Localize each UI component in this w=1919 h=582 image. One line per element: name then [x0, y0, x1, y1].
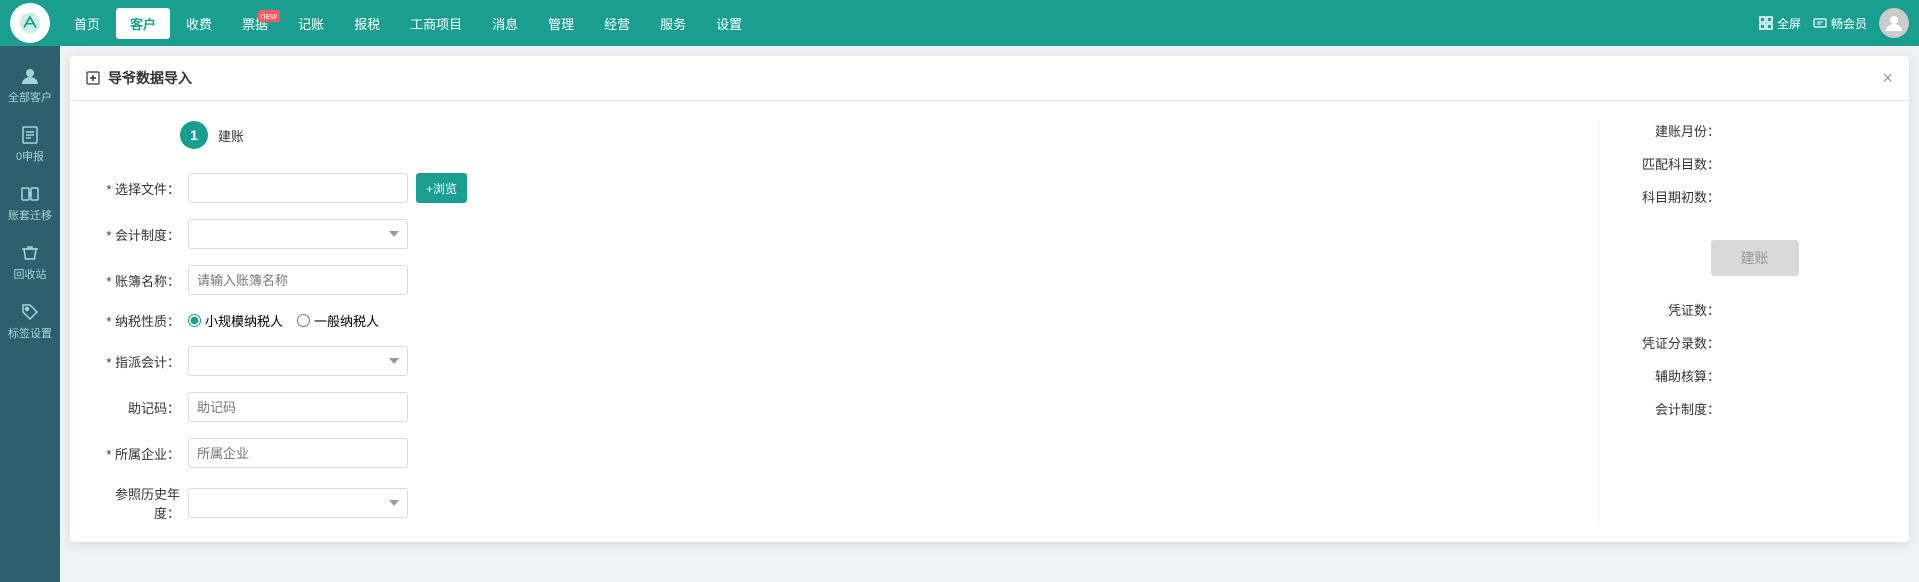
subject-initial-row: 科目期初数： — [1630, 187, 1879, 206]
step-badge: 1 — [180, 121, 208, 149]
nav-items: 首页 客户 收费 票据 new 记账 报税 工商项目 消息 管理 经营 服务 设… — [60, 8, 1759, 39]
accounting-system-row: * 会计制度： — [100, 219, 1579, 249]
nav-item-manage[interactable]: 管理 — [534, 8, 588, 39]
import-icon — [86, 71, 100, 85]
fullscreen-button[interactable]: 全屏 — [1759, 15, 1801, 32]
nav-item-fee[interactable]: 收费 — [172, 8, 226, 39]
voucher-entries-row: 凭证分录数： — [1630, 333, 1879, 352]
nav-item-customer[interactable]: 客户 — [116, 8, 170, 39]
nav-item-operation[interactable]: 经营 — [590, 8, 644, 39]
tax-type-label: * 纳税性质： — [100, 311, 180, 330]
import-dialog: 导爷数据导入 × 1 建账 * 选择文件： +浏览 — [70, 56, 1909, 542]
sidebar-item-tag-settings[interactable]: 标签设置 — [0, 292, 60, 351]
nav-item-industry[interactable]: 工商项目 — [396, 8, 476, 39]
memo-row: 助记码： — [100, 392, 1579, 422]
voucher-row: 凭证数： — [1630, 300, 1879, 319]
auxiliary-row: 辅助核算： — [1630, 366, 1879, 385]
step-label: 建账 — [218, 126, 244, 145]
sidebar: 全部客户 0申报 账套迁移 回收站 — [0, 46, 60, 582]
content-area: 导爷数据导入 × 1 建账 * 选择文件： +浏览 — [60, 46, 1919, 582]
nav-item-settings[interactable]: 设置 — [702, 8, 756, 39]
nav-item-bookkeeping[interactable]: 记账 — [284, 8, 338, 39]
company-label: * 所属企业： — [100, 444, 180, 463]
select-file-label: * 选择文件： — [100, 179, 180, 198]
sidebar-item-recycle[interactable]: 回收站 — [0, 233, 60, 292]
build-account-button[interactable]: 建账 — [1711, 240, 1799, 276]
assign-accountant-label: * 指派会计： — [100, 352, 180, 371]
select-file-row: * 选择文件： +浏览 — [100, 173, 1579, 203]
dialog-title: 导爷数据导入 — [108, 68, 192, 88]
company-input[interactable] — [188, 438, 408, 468]
info-section: 建账月份： 匹配科目数： 科目期初数： 建账 凭证 — [1599, 121, 1879, 522]
sidebar-item-all-customers[interactable]: 全部客户 — [0, 56, 60, 115]
radio-small-taxpayer[interactable]: 小规模纳税人 — [188, 311, 283, 330]
app-logo — [10, 3, 50, 43]
accounting-system-label: * 会计制度： — [100, 225, 180, 244]
reference-year-select[interactable] — [188, 488, 408, 518]
ledger-name-input[interactable] — [188, 265, 408, 295]
assign-accountant-row: * 指派会计： — [100, 346, 1579, 376]
match-subjects-row: 匹配科目数： — [1630, 154, 1879, 173]
form-section: 1 建账 * 选择文件： +浏览 * 会计制度： — [100, 121, 1579, 522]
main-layout: 全部客户 0申报 账套迁移 回收站 — [0, 46, 1919, 582]
nav-item-message[interactable]: 消息 — [478, 8, 532, 39]
reference-year-row: 参照历史年度： — [100, 484, 1579, 522]
new-badge: new — [258, 10, 281, 22]
sidebar-item-account-migration[interactable]: 账套迁移 — [0, 174, 60, 233]
user-avatar[interactable] — [1879, 8, 1909, 38]
top-navigation: 首页 客户 收费 票据 new 记账 报税 工商项目 消息 管理 经营 服务 设… — [0, 0, 1919, 46]
ledger-name-label: * 账簿名称： — [100, 271, 180, 290]
tax-type-radio-group: 小规模纳税人 一般纳税人 — [188, 311, 379, 330]
radio-general-taxpayer[interactable]: 一般纳税人 — [297, 311, 379, 330]
reference-year-label: 参照历史年度： — [100, 484, 180, 522]
member-button[interactable]: 畅会员 — [1813, 15, 1867, 32]
nav-item-service[interactable]: 服务 — [646, 8, 700, 39]
voucher-entries-label: 凭证分录数： — [1630, 333, 1720, 352]
memo-input[interactable] — [188, 392, 408, 422]
dialog-header: 导爷数据导入 — [70, 56, 1909, 101]
build-month-label: 建账月份： — [1630, 121, 1720, 140]
tax-type-row: * 纳税性质： 小规模纳税人 一般纳税人 — [100, 311, 1579, 330]
ledger-name-row: * 账簿名称： — [100, 265, 1579, 295]
nav-item-invoice[interactable]: 票据 new — [228, 8, 282, 39]
memo-label: 助记码： — [100, 398, 180, 417]
browse-button[interactable]: +浏览 — [416, 173, 467, 203]
company-row: * 所属企业： — [100, 438, 1579, 468]
match-subjects-label: 匹配科目数： — [1630, 154, 1720, 173]
assign-accountant-select[interactable] — [188, 346, 408, 376]
auxiliary-label: 辅助核算： — [1630, 366, 1720, 385]
info-accounting-system-label: 会计制度： — [1630, 399, 1720, 418]
subject-initial-label: 科目期初数： — [1630, 187, 1720, 206]
voucher-label: 凭证数： — [1630, 300, 1720, 319]
build-month-row: 建账月份： — [1630, 121, 1879, 140]
sidebar-item-declaration[interactable]: 0申报 — [0, 115, 60, 174]
nav-item-tax[interactable]: 报税 — [340, 8, 394, 39]
nav-item-home[interactable]: 首页 — [60, 8, 114, 39]
nav-right: 全屏 畅会员 — [1759, 8, 1909, 38]
accounting-system-select[interactable] — [188, 219, 408, 249]
info-accounting-system-row: 会计制度： — [1630, 399, 1879, 418]
dialog-body: 1 建账 * 选择文件： +浏览 * 会计制度： — [70, 101, 1909, 542]
close-button[interactable]: × — [1882, 68, 1893, 89]
select-file-input[interactable] — [188, 173, 408, 203]
